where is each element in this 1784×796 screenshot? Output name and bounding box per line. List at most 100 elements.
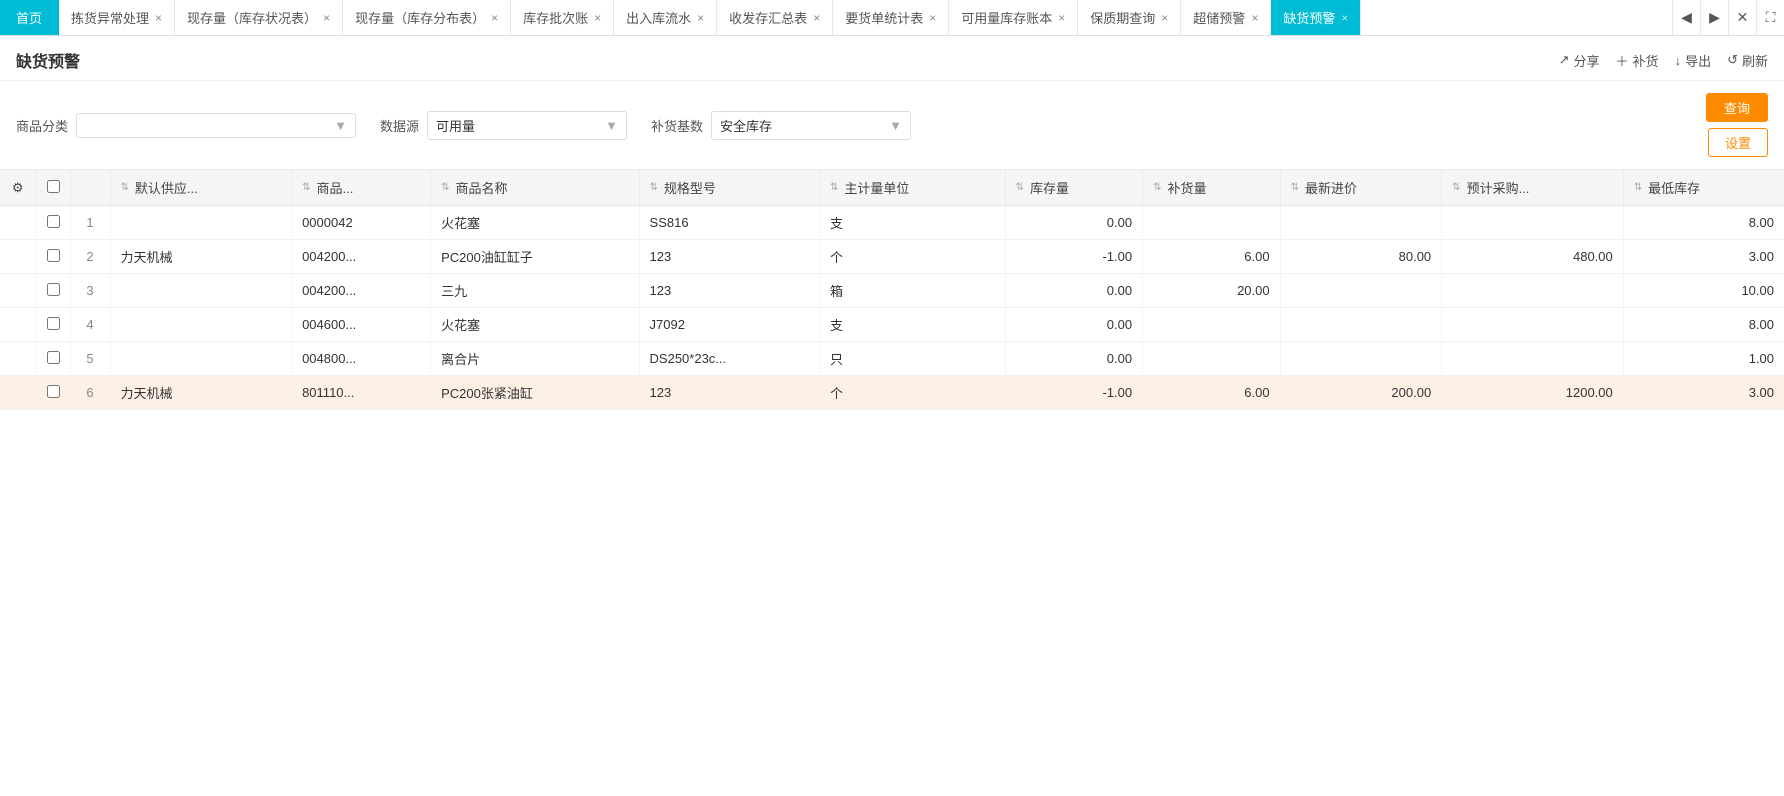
row-checkbox-1[interactable] — [47, 249, 60, 262]
row-checkbox-cell-0[interactable] — [36, 206, 70, 240]
th-replenish-qty[interactable]: ⇅ 补货量 — [1143, 170, 1281, 206]
tab-available-ledger-close[interactable]: × — [1058, 11, 1065, 25]
row-checkbox-2[interactable] — [47, 283, 60, 296]
table-body: 1 0000042 火花塞 SS816 支 0.00 8.00 2 力天机械 0… — [0, 206, 1784, 410]
tab-inventory-dist-close[interactable]: × — [491, 11, 498, 25]
th-est-purchase[interactable]: ⇅ 预计采购... — [1442, 170, 1624, 206]
tab-inventory-dist[interactable]: 现存量（库存分布表） × — [343, 0, 511, 35]
category-filter-label: 商品分类 — [16, 116, 68, 135]
select-all-checkbox[interactable] — [47, 180, 60, 193]
row-code-0: 0000042 — [292, 206, 431, 240]
row-supplier-3 — [110, 308, 292, 342]
th-settings[interactable]: ⚙ — [0, 170, 36, 206]
gear-icon: ⚙ — [12, 180, 24, 195]
row-stock-qty-2: 0.00 — [1005, 274, 1143, 308]
row-stock-qty-3: 0.00 — [1005, 308, 1143, 342]
row-spec-1: 123 — [639, 240, 819, 274]
export-button[interactable]: ↓ 导出 — [1675, 51, 1712, 70]
tab-prev-btn[interactable]: ◀ — [1672, 0, 1700, 36]
th-spec-label: 规格型号 — [664, 178, 716, 197]
row-checkbox-cell-5[interactable] — [36, 376, 70, 410]
row-replenish-qty-5: 6.00 — [1143, 376, 1281, 410]
row-settings-2[interactable] — [0, 274, 36, 308]
row-checkbox-0[interactable] — [47, 215, 60, 228]
row-est-purchase-1: 480.00 — [1442, 240, 1624, 274]
row-checkbox-5[interactable] — [47, 385, 60, 398]
th-checkbox[interactable] — [36, 170, 70, 206]
row-checkbox-cell-1[interactable] — [36, 240, 70, 274]
row-replenish-qty-3 — [1143, 308, 1281, 342]
tab-order-stats[interactable]: 要货单统计表 × — [833, 0, 949, 35]
tab-maximize-btn[interactable]: ⛶ — [1756, 0, 1784, 36]
row-checkbox-cell-4[interactable] — [36, 342, 70, 376]
refresh-icon: ↺ — [1727, 52, 1738, 68]
th-product-name[interactable]: ⇅ 商品名称 — [431, 170, 639, 206]
tab-abnormal-close[interactable]: × — [155, 11, 162, 25]
tab-expiry-query[interactable]: 保质期查询 × — [1078, 0, 1181, 35]
row-min-stock-5: 3.00 — [1623, 376, 1784, 410]
replenish-base-filter-group: 补货基数 安全库存 ▼ — [651, 111, 911, 140]
th-spec[interactable]: ⇅ 规格型号 — [639, 170, 819, 206]
th-min-stock[interactable]: ⇅ 最低库存 — [1623, 170, 1784, 206]
th-default-supplier-label: 默认供应... — [135, 178, 198, 197]
th-latest-price[interactable]: ⇅ 最新进价 — [1280, 170, 1442, 206]
share-button[interactable]: ↗ 分享 — [1559, 51, 1600, 70]
tab-collect-summary-close[interactable]: × — [813, 11, 820, 25]
tab-close-btn[interactable]: ✕ — [1728, 0, 1756, 36]
row-stock-qty-1: -1.00 — [1005, 240, 1143, 274]
tab-overstock[interactable]: 超储预警 × — [1181, 0, 1271, 35]
tab-next-btn[interactable]: ▶ — [1700, 0, 1728, 36]
export-label: 导出 — [1685, 51, 1711, 70]
tab-shortage-label: 缺货预警 — [1283, 8, 1335, 27]
row-latest-price-0 — [1280, 206, 1442, 240]
table-row: 5 004800... 离合片 DS250*23c... 只 0.00 1.00 — [0, 342, 1784, 376]
tab-shortage-close[interactable]: × — [1341, 11, 1348, 25]
replenish-base-select[interactable]: 安全库存 ▼ — [711, 111, 911, 140]
tab-home[interactable]: 首页 — [0, 0, 59, 35]
tab-inventory-status-close[interactable]: × — [323, 11, 330, 25]
row-latest-price-1: 80.00 — [1280, 240, 1442, 274]
row-checkbox-cell-2[interactable] — [36, 274, 70, 308]
th-stock-qty[interactable]: ⇅ 库存量 — [1005, 170, 1143, 206]
filter-bar: 商品分类 ▼ 数据源 可用量 ▼ 补货基数 安全库存 ▼ 查询 设置 — [0, 81, 1784, 169]
tab-inout-flow[interactable]: 出入库流水 × — [614, 0, 717, 35]
th-default-supplier[interactable]: ⇅ 默认供应... — [110, 170, 292, 206]
row-code-2: 004200... — [292, 274, 431, 308]
tab-inventory-status[interactable]: 现存量（库存状况表） × — [175, 0, 343, 35]
table-row: 2 力天机械 004200... PC200油缸缸子 123 个 -1.00 6… — [0, 240, 1784, 274]
tab-available-ledger[interactable]: 可用量库存账本 × — [949, 0, 1078, 35]
row-settings-1[interactable] — [0, 240, 36, 274]
row-est-purchase-3 — [1442, 308, 1624, 342]
page-content: 缺货预警 ↗ 分享 ＋ 补货 ↓ 导出 ↺ 刷新 商品分类 — [0, 36, 1784, 796]
tab-abnormal[interactable]: 拣货异常处理 × — [59, 0, 175, 35]
sort-code-icon: ⇅ — [302, 182, 310, 193]
row-settings-5[interactable] — [0, 376, 36, 410]
row-name-2: 三九 — [431, 274, 639, 308]
replenish-button[interactable]: ＋ 补货 — [1616, 51, 1659, 70]
tab-batch-account-close[interactable]: × — [594, 11, 601, 25]
row-checkbox-cell-3[interactable] — [36, 308, 70, 342]
tab-shortage[interactable]: 缺货预警 × — [1271, 0, 1361, 35]
row-checkbox-4[interactable] — [47, 351, 60, 364]
tab-nav-buttons: ◀ ▶ ✕ ⛶ — [1672, 0, 1784, 36]
row-settings-3[interactable] — [0, 308, 36, 342]
tab-inout-flow-close[interactable]: × — [697, 11, 704, 25]
settings-button[interactable]: 设置 — [1708, 128, 1768, 157]
th-unit[interactable]: ⇅ 主计量单位 — [819, 170, 1005, 206]
row-checkbox-3[interactable] — [47, 317, 60, 330]
row-settings-0[interactable] — [0, 206, 36, 240]
row-settings-4[interactable] — [0, 342, 36, 376]
tab-overstock-close[interactable]: × — [1251, 11, 1258, 25]
query-button[interactable]: 查询 — [1706, 93, 1768, 122]
row-code-1: 004200... — [292, 240, 431, 274]
th-product-code[interactable]: ⇅ 商品... — [292, 170, 431, 206]
datasource-select[interactable]: 可用量 ▼ — [427, 111, 627, 140]
tab-expiry-query-close[interactable]: × — [1161, 11, 1168, 25]
row-stock-qty-0: 0.00 — [1005, 206, 1143, 240]
tab-order-stats-close[interactable]: × — [929, 11, 936, 25]
tab-batch-account[interactable]: 库存批次账 × — [511, 0, 614, 35]
category-select[interactable]: ▼ — [76, 113, 356, 138]
row-supplier-5: 力天机械 — [110, 376, 292, 410]
refresh-button[interactable]: ↺ 刷新 — [1727, 51, 1768, 70]
tab-collect-summary[interactable]: 收发存汇总表 × — [717, 0, 833, 35]
